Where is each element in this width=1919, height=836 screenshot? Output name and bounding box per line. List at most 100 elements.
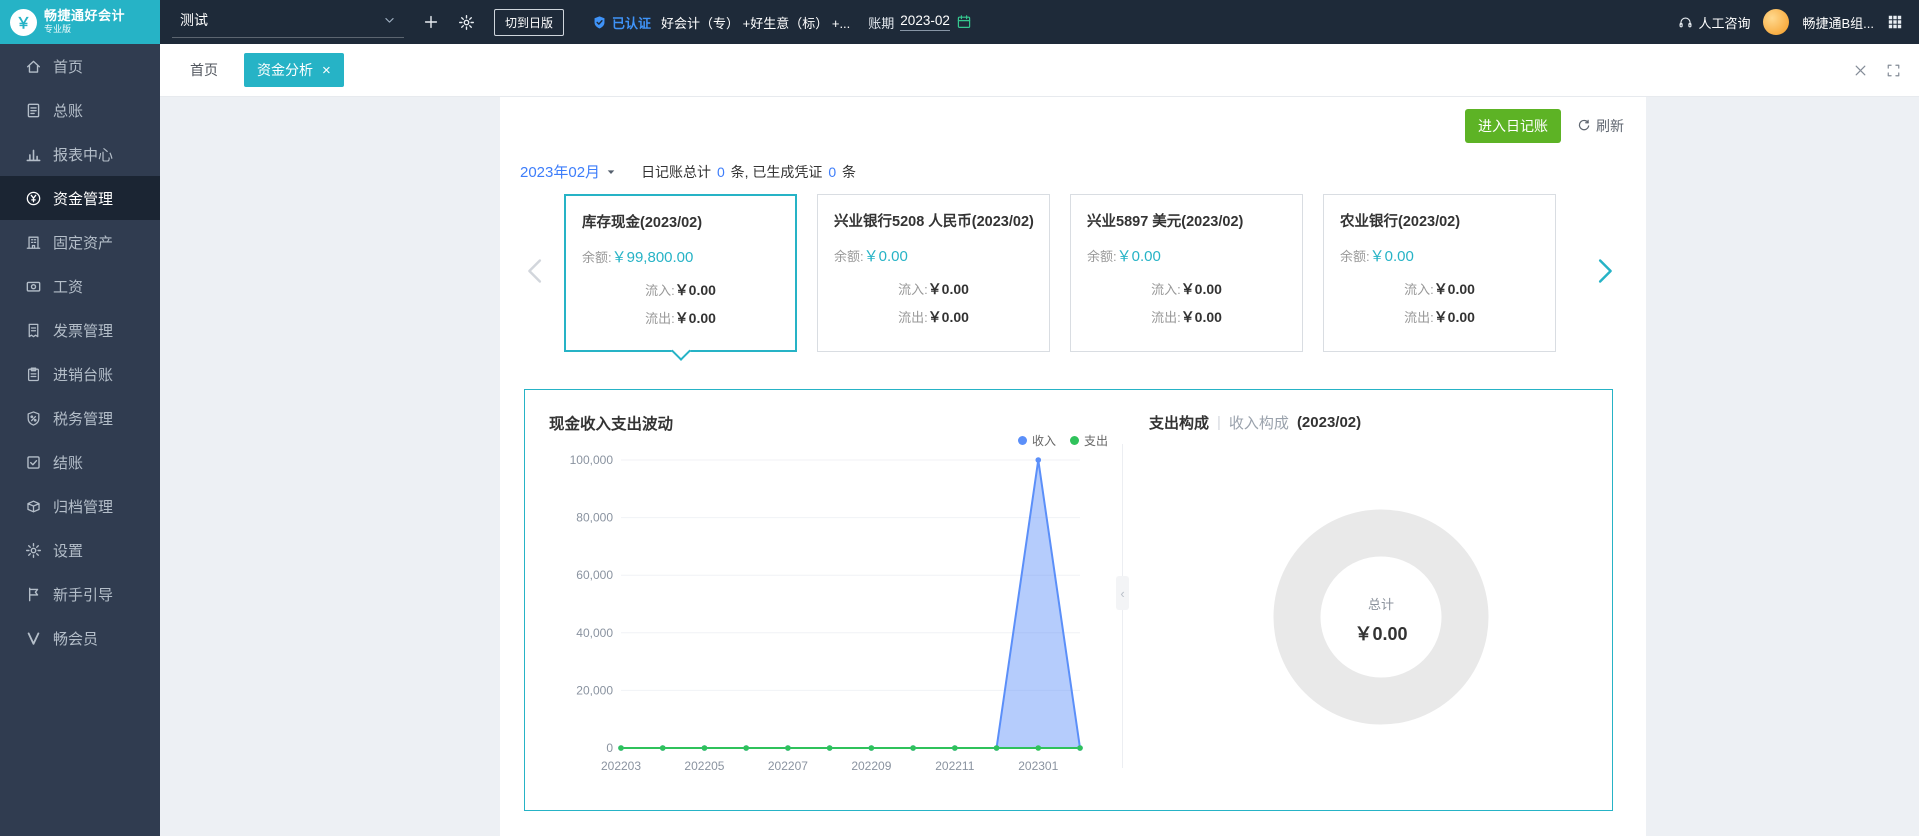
- refresh-button[interactable]: 刷新: [1577, 116, 1624, 136]
- account-name: 库存现金(2023/02): [582, 215, 703, 231]
- svg-text:202209: 202209: [851, 759, 891, 773]
- ledger-icon: [25, 102, 42, 119]
- sidebar-item-salary[interactable]: 工资: [0, 264, 160, 308]
- account-set-select[interactable]: 测试: [172, 6, 404, 38]
- sidebar-item-report[interactable]: 报表中心: [0, 132, 160, 176]
- account-cards: 库存现金(2023/02) 余额:￥99,800.00 流入:￥0.00 流出:…: [564, 194, 1646, 352]
- tabbar-actions: [1853, 63, 1901, 78]
- settings-icon: [25, 542, 42, 559]
- svg-text:202205: 202205: [684, 759, 724, 773]
- journal-total-label: 日记账总计: [641, 163, 712, 180]
- sidebar-item-settings[interactable]: 设置: [0, 528, 160, 572]
- tab-label: 资金分析: [257, 62, 313, 78]
- sidebar-item-label: 固定资产: [53, 234, 114, 252]
- sidebar-item-inventory[interactable]: 进销台账: [0, 352, 160, 396]
- caret-down-icon: [605, 166, 617, 178]
- username[interactable]: 畅捷通B组...: [1802, 13, 1874, 32]
- account-card[interactable]: 农业银行(2023/02) 余额:￥0.00 流入:￥0.00 流出:￥0.00: [1323, 194, 1556, 352]
- inflow-value: ￥0.00: [927, 281, 969, 297]
- gear-icon[interactable]: [458, 14, 475, 31]
- sidebar-item-tax[interactable]: 税务管理: [0, 396, 160, 440]
- sidebar-item-guide[interactable]: 新手引导: [0, 572, 160, 616]
- account-carousel: 库存现金(2023/02) 余额:￥99,800.00 流入:￥0.00 流出:…: [500, 194, 1646, 366]
- account-set-value: 测试: [180, 12, 208, 28]
- sidebar-item-home[interactable]: 首页: [0, 44, 160, 88]
- sidebar-item-label: 发票管理: [53, 322, 114, 340]
- inflow-value: ￥0.00: [1433, 281, 1475, 297]
- balance-label: 余额:: [582, 250, 612, 265]
- flow-chart-title: 现金收入支出波动: [549, 416, 674, 433]
- refresh-label: 刷新: [1596, 118, 1624, 134]
- switch-version-button[interactable]: 切到日版: [494, 8, 565, 36]
- summary-row: 2023年02月 日记账总计 0 条, 已生成凭证 0 条: [500, 143, 1646, 182]
- inflow-label: 流入:: [1151, 282, 1181, 297]
- account-balance: 余额:￥99,800.00: [582, 246, 779, 267]
- balance-label: 余额:: [834, 249, 864, 264]
- month-selector[interactable]: 2023年02月: [520, 161, 617, 182]
- composition-period: (2023/02): [1296, 414, 1362, 431]
- archive-icon: [25, 498, 42, 515]
- donut-chart: 总计 ￥0.00: [1273, 509, 1489, 730]
- sidebar-item-invoice[interactable]: 发票管理: [0, 308, 160, 352]
- salary-icon: [25, 278, 42, 295]
- tab-home[interactable]: 首页: [190, 60, 218, 80]
- sidebar-item-label: 新手引导: [53, 586, 114, 604]
- voucher-label: 已生成凭证: [752, 163, 823, 180]
- sidebar-item-asset[interactable]: 固定资产: [0, 220, 160, 264]
- invoice-icon: [25, 322, 42, 339]
- calendar-icon[interactable]: [956, 14, 972, 30]
- legend-income[interactable]: 收入: [1017, 432, 1056, 449]
- sidebar-item-ledger[interactable]: 总账: [0, 88, 160, 132]
- account-card[interactable]: 库存现金(2023/02) 余额:￥99,800.00 流入:￥0.00 流出:…: [564, 194, 797, 352]
- add-account-set-icon[interactable]: [423, 14, 439, 30]
- period-value[interactable]: 2023-02: [900, 13, 950, 31]
- tab-close-icon[interactable]: ×: [322, 63, 331, 78]
- sidebar-item-label: 报表中心: [53, 146, 114, 164]
- svg-text:202203: 202203: [601, 759, 641, 773]
- svg-text:40,000: 40,000: [576, 626, 613, 640]
- account-name: 兴业5897 美元(2023/02): [1087, 214, 1244, 230]
- report-icon: [25, 146, 42, 163]
- account-card[interactable]: 兴业5897 美元(2023/02) 余额:￥0.00 流入:￥0.00 流出:…: [1070, 194, 1303, 352]
- income-composition-tab[interactable]: 收入构成: [1229, 412, 1289, 433]
- donut-total-label: 总计: [1367, 596, 1394, 612]
- fullscreen-icon[interactable]: [1886, 63, 1901, 78]
- account-name: 农业银行(2023/02): [1340, 214, 1461, 230]
- support-link[interactable]: 人工咨询: [1678, 13, 1750, 32]
- balance-value: ￥0.00: [863, 248, 908, 265]
- carousel-next-icon[interactable]: [1590, 252, 1620, 290]
- account-balance: 余额:￥0.00: [1087, 245, 1286, 266]
- legend-income-label: 收入: [1031, 434, 1056, 448]
- accounting-period[interactable]: 账期 2023-02: [868, 13, 972, 32]
- apps-grid-icon[interactable]: [1887, 14, 1903, 30]
- carousel-prev-icon[interactable]: [520, 252, 550, 290]
- svg-text:100,000: 100,000: [570, 453, 614, 467]
- account-outflow: 流出:￥0.00: [1340, 307, 1539, 327]
- avatar[interactable]: [1763, 9, 1790, 35]
- sidebar-item-label: 畅会员: [53, 630, 99, 648]
- support-label: 人工咨询: [1698, 15, 1751, 31]
- sidebar-item-label: 设置: [53, 542, 84, 560]
- title-divider: |: [1217, 414, 1221, 431]
- expense-composition-tab[interactable]: 支出构成: [1149, 412, 1209, 433]
- certified-badge[interactable]: 已认证: [592, 13, 651, 32]
- sidebar-item-member[interactable]: 畅会员: [0, 616, 160, 660]
- account-balance: 余额:￥0.00: [834, 245, 1033, 266]
- app-logo[interactable]: ￥ 畅捷通好会计 专业版: [0, 0, 160, 44]
- enter-journal-button[interactable]: 进入日记账: [1465, 109, 1561, 143]
- account-card[interactable]: 兴业银行5208 人民币(2023/02) 余额:￥0.00 流入:￥0.00 …: [817, 194, 1050, 352]
- member-icon: [25, 630, 42, 647]
- legend-expense[interactable]: 支出: [1069, 432, 1108, 449]
- svg-text:20,000: 20,000: [576, 683, 613, 697]
- expense-dot-icon: [1069, 436, 1079, 445]
- tab-fund-analysis[interactable]: 资金分析 ×: [244, 53, 344, 87]
- sidebar-item-archive[interactable]: 归档管理: [0, 484, 160, 528]
- donut-center: 总计 ￥0.00: [1273, 509, 1489, 730]
- fund-analysis-panel: 进入日记账 刷新 2023年02月 日记账总计 0 条, 已生成凭证 0 条 库…: [500, 97, 1646, 836]
- account-inflow: 流入:￥0.00: [834, 279, 1033, 299]
- sidebar-item-closing[interactable]: 结账: [0, 440, 160, 484]
- sidebar-item-fund[interactable]: 资金管理: [0, 176, 160, 220]
- account-outflow: 流出:￥0.00: [582, 308, 779, 328]
- brand-name: 畅捷通好会计: [44, 8, 126, 24]
- close-tabs-icon[interactable]: [1853, 63, 1868, 78]
